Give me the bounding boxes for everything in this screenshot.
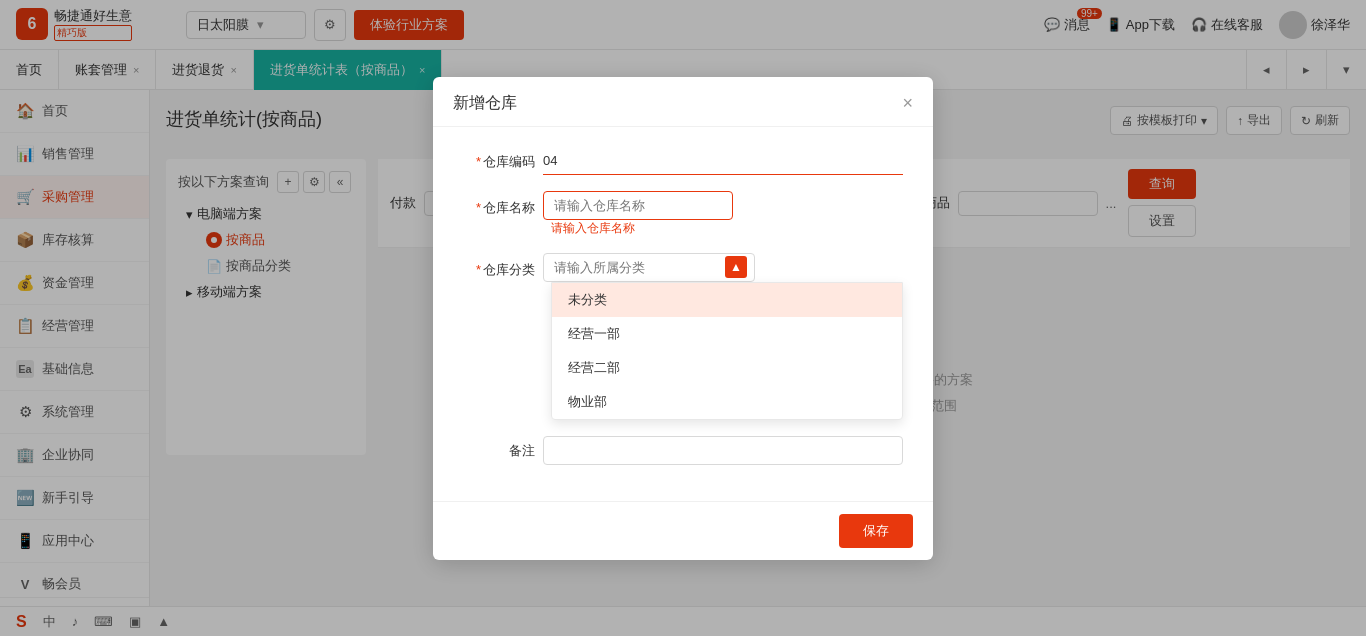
modal-title: 新增仓库 — [453, 93, 517, 114]
new-warehouse-modal: 新增仓库 × 仓库编码 仓库名称 请输入仓库名称 — [433, 77, 933, 560]
category-toggle-button[interactable]: ▲ — [725, 256, 747, 278]
modal-backdrop: 新增仓库 × 仓库编码 仓库名称 请输入仓库名称 — [0, 0, 1366, 636]
modal-close-button[interactable]: × — [902, 94, 913, 112]
modal-body: 仓库编码 仓库名称 请输入仓库名称 仓库分类 — [433, 127, 933, 501]
chevron-up-icon: ▲ — [730, 260, 742, 274]
remark-label: 备注 — [463, 436, 543, 460]
name-error-msg: 请输入仓库名称 — [551, 220, 635, 237]
category-input-wrap: ▲ — [543, 253, 755, 282]
code-label: 仓库编码 — [463, 147, 543, 171]
form-row-category: 仓库分类 ▲ 未分类 经营一部 — [463, 253, 903, 420]
form-row-name: 仓库名称 请输入仓库名称 — [463, 191, 903, 237]
category-label: 仓库分类 — [463, 255, 543, 279]
modal-header: 新增仓库 × — [433, 77, 933, 127]
category-option-property[interactable]: 物业部 — [552, 385, 902, 419]
category-option-unclassified[interactable]: 未分类 — [552, 283, 902, 317]
name-label: 仓库名称 — [463, 193, 543, 217]
category-input[interactable] — [543, 253, 755, 282]
modal-footer: 保存 — [433, 501, 933, 560]
category-dropdown: 未分类 经营一部 经营二部 物业部 — [551, 282, 903, 420]
form-row-remark: 备注 — [463, 436, 903, 465]
remark-input[interactable] — [543, 436, 903, 465]
category-option-dept2[interactable]: 经营二部 — [552, 351, 902, 385]
code-input[interactable] — [543, 147, 903, 175]
category-option-dept1[interactable]: 经营一部 — [552, 317, 902, 351]
save-button[interactable]: 保存 — [839, 514, 913, 548]
form-row-code: 仓库编码 — [463, 147, 903, 175]
name-input[interactable] — [543, 191, 733, 220]
